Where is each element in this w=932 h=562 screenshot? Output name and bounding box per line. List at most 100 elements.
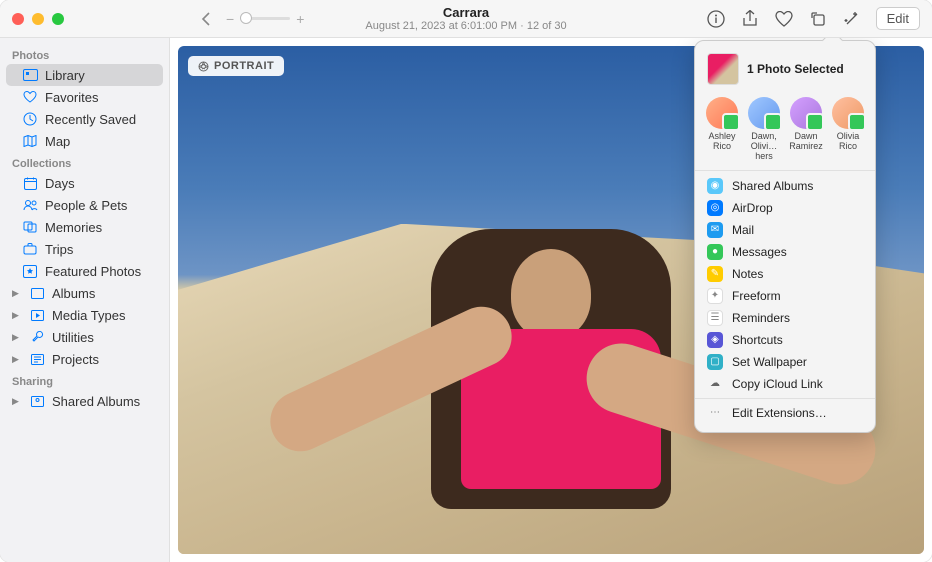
- share-thumbnail: [707, 53, 739, 85]
- freeform-icon: ✦: [707, 288, 723, 304]
- avatar: [748, 97, 780, 129]
- people-icon: [22, 197, 38, 213]
- chevron-right-icon: ▶: [12, 288, 22, 299]
- share-item-mail[interactable]: ✉Mail: [695, 219, 875, 241]
- minimize-window-button[interactable]: [32, 13, 44, 25]
- share-item-messages[interactable]: ●Messages: [695, 241, 875, 263]
- cloud-icon: ☁: [707, 376, 723, 392]
- sidebar-item-label: Days: [45, 176, 75, 191]
- favorite-button[interactable]: [774, 9, 794, 29]
- share-contact[interactable]: Ashley Rico: [701, 97, 743, 162]
- wallpaper-icon: ▢: [707, 354, 723, 370]
- sidebar-item-shared-albums[interactable]: ▶ Shared Albums: [6, 390, 163, 412]
- app-window: − + Carrara August 21, 2023 at 6:01:00 P…: [0, 0, 932, 562]
- shared-icon: [29, 393, 45, 409]
- title-area: Carrara August 21, 2023 at 6:01:00 PM · …: [365, 5, 566, 32]
- heart-icon: [22, 89, 38, 105]
- share-item-notes[interactable]: ✎Notes: [695, 263, 875, 285]
- close-window-button[interactable]: [12, 13, 24, 25]
- share-popover: 1 Photo Selected Ashley Rico Dawn, Olivi…: [694, 40, 876, 433]
- zoom-slider[interactable]: − +: [226, 11, 304, 27]
- share-button[interactable]: [740, 9, 760, 29]
- chevron-right-icon: ▶: [12, 396, 22, 407]
- chevron-right-icon: ▶: [12, 310, 22, 321]
- share-item-shared-albums[interactable]: ◉Shared Albums: [695, 175, 875, 197]
- rotate-button[interactable]: [808, 9, 828, 29]
- share-title: 1 Photo Selected: [747, 62, 844, 76]
- sidebar-item-days[interactable]: Days: [6, 172, 163, 194]
- sidebar-item-projects[interactable]: ▶ Projects: [6, 348, 163, 370]
- photo-subtitle: August 21, 2023 at 6:01:00 PM · 12 of 30: [365, 20, 566, 32]
- sidebar-item-label: Library: [45, 68, 85, 83]
- sidebar-section-collections: Collections: [0, 152, 169, 172]
- album-icon: [29, 285, 45, 301]
- info-button[interactable]: [706, 9, 726, 29]
- sidebar-item-library[interactable]: Library: [6, 64, 163, 86]
- share-item-freeform[interactable]: ✦Freeform: [695, 285, 875, 307]
- sidebar-item-favorites[interactable]: Favorites: [6, 86, 163, 108]
- sidebar-item-label: Featured Photos: [45, 264, 141, 279]
- contact-name: Olivia Rico: [827, 132, 869, 152]
- sidebar-item-label: Trips: [45, 242, 73, 257]
- calendar-icon: [22, 175, 38, 191]
- portrait-badge-label: PORTRAIT: [214, 60, 274, 72]
- share-contact[interactable]: Olivia Rico: [827, 97, 869, 162]
- share-item-shortcuts[interactable]: ◈Shortcuts: [695, 329, 875, 351]
- contact-name: Ashley Rico: [701, 132, 743, 152]
- share-item-airdrop[interactable]: ◎AirDrop: [695, 197, 875, 219]
- sidebar-item-label: People & Pets: [45, 198, 127, 213]
- photo-viewer: PORTRAIT 1 Photo Selected Ashley Rico Da…: [170, 38, 932, 562]
- sidebar-item-map[interactable]: Map: [6, 130, 163, 152]
- portrait-badge: PORTRAIT: [188, 56, 284, 76]
- divider: [695, 398, 875, 399]
- share-header: 1 Photo Selected: [695, 49, 875, 93]
- navigation-area: − +: [194, 7, 304, 31]
- zoom-track[interactable]: [240, 17, 290, 20]
- edit-button[interactable]: Edit: [876, 7, 920, 30]
- sidebar-item-label: Memories: [45, 220, 102, 235]
- sidebar-item-featured-photos[interactable]: Featured Photos: [6, 260, 163, 282]
- fullscreen-window-button[interactable]: [52, 13, 64, 25]
- sidebar: Photos Library Favorites Recently Saved …: [0, 38, 170, 562]
- share-item-copy-icloud[interactable]: ☁Copy iCloud Link: [695, 373, 875, 395]
- share-item-edit-extensions[interactable]: ⋯Edit Extensions…: [695, 402, 875, 424]
- share-item-set-wallpaper[interactable]: ▢Set Wallpaper: [695, 351, 875, 373]
- airdrop-icon: ◎: [707, 200, 723, 216]
- sidebar-item-media-types[interactable]: ▶ Media Types: [6, 304, 163, 326]
- library-icon: [22, 67, 38, 83]
- sidebar-item-albums[interactable]: ▶ Albums: [6, 282, 163, 304]
- photo-title: Carrara: [365, 5, 566, 20]
- chevron-right-icon: ▶: [12, 354, 22, 365]
- sidebar-item-recently-saved[interactable]: Recently Saved: [6, 108, 163, 130]
- chevron-right-icon: ▶: [12, 332, 22, 343]
- body-area: Photos Library Favorites Recently Saved …: [0, 38, 932, 562]
- extensions-icon: ⋯: [707, 405, 723, 421]
- toolbar-right: Edit: [706, 7, 920, 30]
- sidebar-item-label: Media Types: [52, 308, 125, 323]
- sidebar-item-label: Map: [45, 134, 70, 149]
- share-contacts-row: Ashley Rico Dawn, Olivi…hers Dawn Ramire…: [695, 93, 875, 171]
- titlebar: − + Carrara August 21, 2023 at 6:01:00 P…: [0, 0, 932, 38]
- sidebar-item-trips[interactable]: Trips: [6, 238, 163, 260]
- zoom-in-icon: +: [296, 11, 304, 27]
- share-contact[interactable]: Dawn Ramirez: [785, 97, 827, 162]
- messages-icon: ●: [707, 244, 723, 260]
- share-contact[interactable]: Dawn, Olivi…hers: [743, 97, 785, 162]
- sidebar-section-sharing: Sharing: [0, 370, 169, 390]
- suitcase-icon: [22, 241, 38, 257]
- star-icon: [22, 263, 38, 279]
- auto-enhance-button[interactable]: [842, 9, 862, 29]
- sidebar-item-label: Recently Saved: [45, 112, 136, 127]
- sidebar-item-label: Albums: [52, 286, 95, 301]
- back-button[interactable]: [194, 7, 218, 31]
- notes-icon: ✎: [707, 266, 723, 282]
- projects-icon: [29, 351, 45, 367]
- share-app-list: ◉Shared Albums ◎AirDrop ✉Mail ●Messages …: [695, 171, 875, 428]
- share-item-reminders[interactable]: ☰Reminders: [695, 307, 875, 329]
- sidebar-item-label: Projects: [52, 352, 99, 367]
- zoom-out-icon: −: [226, 11, 234, 27]
- zoom-thumb[interactable]: [240, 12, 252, 24]
- sidebar-item-memories[interactable]: Memories: [6, 216, 163, 238]
- sidebar-item-utilities[interactable]: ▶ Utilities: [6, 326, 163, 348]
- sidebar-item-people-pets[interactable]: People & Pets: [6, 194, 163, 216]
